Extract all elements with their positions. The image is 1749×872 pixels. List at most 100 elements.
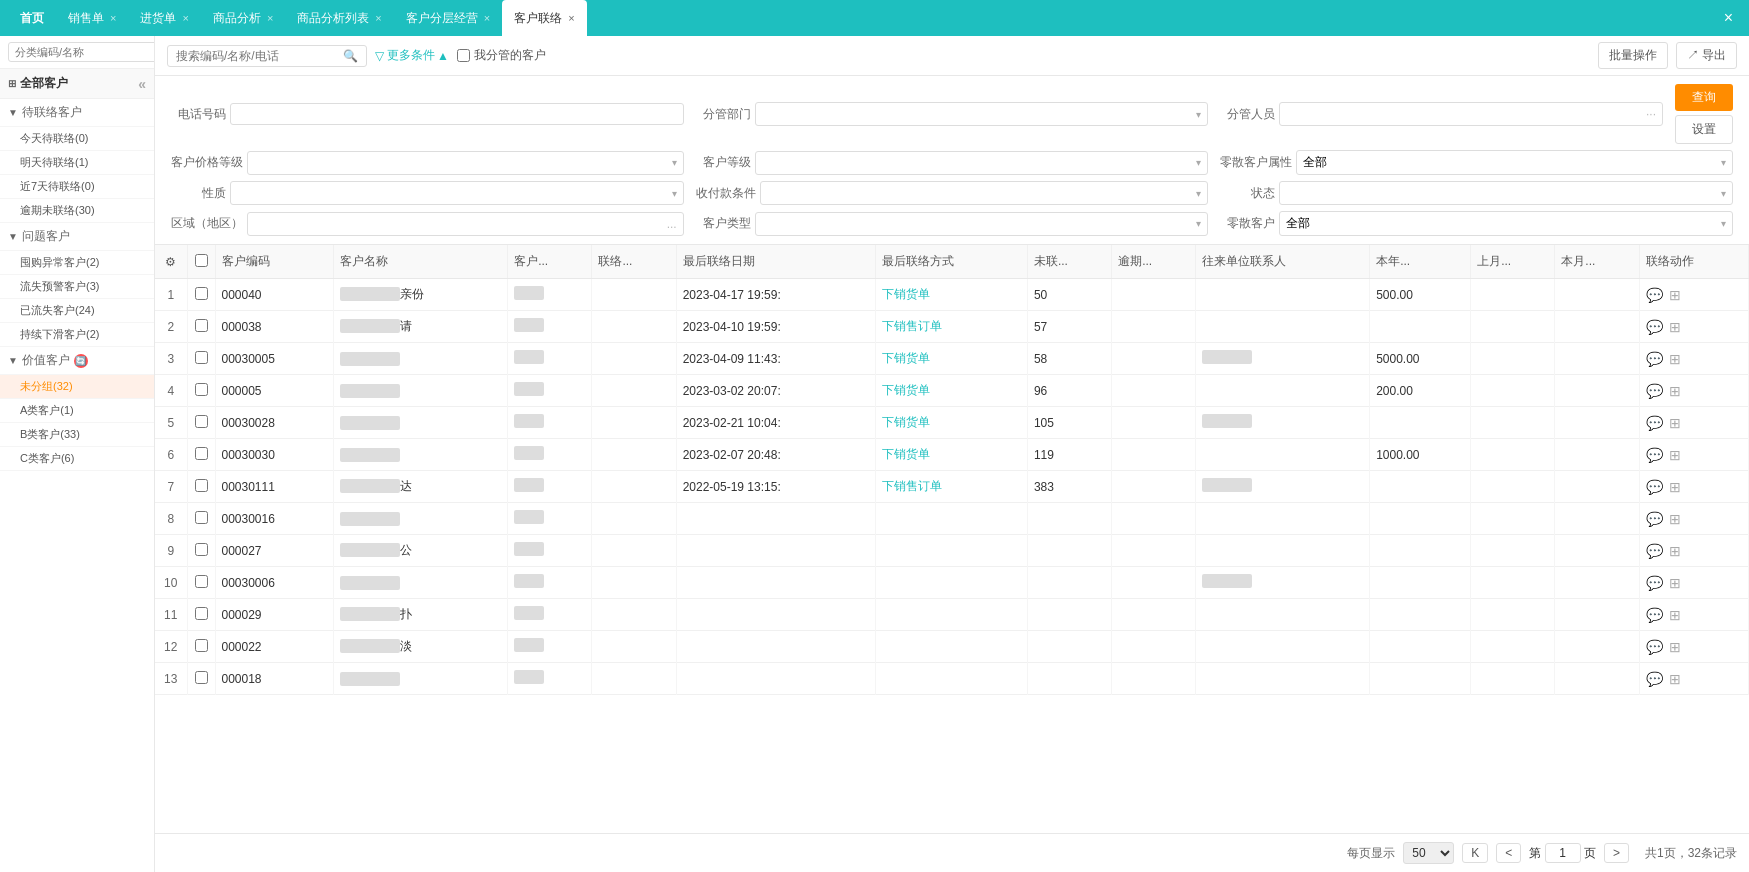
last-method-link[interactable]: 下销货单: [882, 351, 930, 365]
region-select[interactable]: ...: [247, 212, 684, 236]
close-product-list-tab[interactable]: ×: [375, 12, 381, 24]
person-select[interactable]: ···: [1279, 102, 1663, 126]
close-customer-contact-tab[interactable]: ×: [568, 12, 574, 24]
contact-icon[interactable]: 💬: [1646, 415, 1663, 431]
next-page-btn[interactable]: >: [1604, 843, 1629, 863]
more-actions-icon[interactable]: ⊞: [1669, 447, 1681, 463]
tab-customer-contact[interactable]: 客户联络 ×: [502, 0, 586, 36]
pending-contact-group[interactable]: ▼ 待联络客户: [0, 99, 154, 127]
last-method-link[interactable]: 下销货单: [882, 415, 930, 429]
main-search-icon[interactable]: 🔍: [343, 49, 358, 63]
my-customers-checkbox[interactable]: 我分管的客户: [457, 47, 546, 64]
problem-customer-group[interactable]: ▼ 问题客户: [0, 223, 154, 251]
row-checkbox[interactable]: [187, 439, 215, 471]
query-button[interactable]: 查询: [1675, 84, 1733, 111]
col-checkbox[interactable]: [187, 245, 215, 279]
more-actions-icon[interactable]: ⊞: [1669, 607, 1681, 623]
more-actions-icon[interactable]: ⊞: [1669, 671, 1681, 687]
pay-term-select[interactable]: ▾: [760, 181, 1209, 205]
more-actions-icon[interactable]: ⊞: [1669, 639, 1681, 655]
more-conditions-btn[interactable]: ▽ 更多条件 ▲: [375, 47, 449, 64]
price-grade-select[interactable]: ▾: [247, 151, 684, 175]
row-checkbox[interactable]: [187, 407, 215, 439]
sidebar-item-ungroup[interactable]: 未分组(32): [0, 375, 154, 399]
row-checkbox[interactable]: [187, 599, 215, 631]
dept-select[interactable]: ▾: [755, 102, 1209, 126]
phone-input[interactable]: [230, 103, 684, 125]
gender-select[interactable]: ▾: [230, 181, 684, 205]
contact-icon[interactable]: 💬: [1646, 575, 1663, 591]
first-page-btn[interactable]: K: [1462, 843, 1488, 863]
last-method-link[interactable]: 下销货单: [882, 383, 930, 397]
tab-customer-tier[interactable]: 客户分层经营 ×: [394, 0, 502, 36]
prev-page-btn[interactable]: <: [1496, 843, 1521, 863]
row-checkbox[interactable]: [187, 471, 215, 503]
sidebar-item-today[interactable]: 今天待联络(0): [0, 127, 154, 151]
sidebar-search-input[interactable]: [8, 42, 155, 62]
tab-home[interactable]: 首页: [8, 0, 56, 36]
more-actions-icon[interactable]: ⊞: [1669, 287, 1681, 303]
contact-icon[interactable]: 💬: [1646, 511, 1663, 527]
row-checkbox[interactable]: [187, 631, 215, 663]
col-settings[interactable]: ⚙: [155, 245, 187, 279]
tab-purchase[interactable]: 进货单 ×: [128, 0, 200, 36]
more-actions-icon[interactable]: ⊞: [1669, 511, 1681, 527]
sidebar-item-class-c[interactable]: C类客户(6): [0, 447, 154, 471]
row-checkbox[interactable]: [187, 663, 215, 695]
sidebar-item-overdue[interactable]: 逾期未联络(30): [0, 199, 154, 223]
close-product-analysis-tab[interactable]: ×: [267, 12, 273, 24]
more-actions-icon[interactable]: ⊞: [1669, 415, 1681, 431]
export-button[interactable]: ↗ 导出: [1676, 42, 1737, 69]
batch-ops-button[interactable]: 批量操作: [1598, 42, 1668, 69]
close-customer-tier-tab[interactable]: ×: [484, 12, 490, 24]
retail-customer-select[interactable]: 全部 ▾: [1279, 211, 1733, 236]
contact-icon[interactable]: 💬: [1646, 479, 1663, 495]
sidebar-item-abnormal[interactable]: 囤购异常客户(2): [0, 251, 154, 275]
window-close-button[interactable]: ×: [1716, 9, 1741, 27]
collapse-sidebar-btn[interactable]: «: [138, 76, 146, 92]
sidebar-item-churn-warn[interactable]: 流失预警客户(3): [0, 275, 154, 299]
all-customers-header[interactable]: ⊞ 全部客户 «: [0, 69, 154, 99]
customer-type-select[interactable]: ▾: [755, 212, 1209, 236]
contact-icon[interactable]: 💬: [1646, 607, 1663, 623]
more-actions-icon[interactable]: ⊞: [1669, 575, 1681, 591]
tab-product-list[interactable]: 商品分析列表 ×: [285, 0, 393, 36]
customer-grade-select[interactable]: ▾: [755, 151, 1209, 175]
sidebar-item-tomorrow[interactable]: 明天待联络(1): [0, 151, 154, 175]
select-all-checkbox[interactable]: [195, 254, 208, 267]
contact-icon[interactable]: 💬: [1646, 447, 1663, 463]
contact-icon[interactable]: 💬: [1646, 671, 1663, 687]
row-checkbox[interactable]: [187, 567, 215, 599]
reset-button[interactable]: 设置: [1675, 115, 1733, 144]
row-checkbox[interactable]: [187, 503, 215, 535]
sidebar-item-churned[interactable]: 已流失客户(24): [0, 299, 154, 323]
contact-icon[interactable]: 💬: [1646, 287, 1663, 303]
row-checkbox[interactable]: [187, 343, 215, 375]
status-select[interactable]: ▾: [1279, 181, 1733, 205]
row-checkbox[interactable]: [187, 375, 215, 407]
tab-sales[interactable]: 销售单 ×: [56, 0, 128, 36]
contact-icon[interactable]: 💬: [1646, 319, 1663, 335]
more-actions-icon[interactable]: ⊞: [1669, 351, 1681, 367]
more-actions-icon[interactable]: ⊞: [1669, 383, 1681, 399]
retail-attr-select[interactable]: 全部 ▾: [1296, 150, 1733, 175]
last-method-link[interactable]: 下销售订单: [882, 319, 942, 333]
contact-icon[interactable]: 💬: [1646, 351, 1663, 367]
my-customers-check-input[interactable]: [457, 49, 470, 62]
last-method-link[interactable]: 下销货单: [882, 287, 930, 301]
sidebar-item-class-a[interactable]: A类客户(1): [0, 399, 154, 423]
more-actions-icon[interactable]: ⊞: [1669, 479, 1681, 495]
region-dots[interactable]: ...: [667, 217, 677, 231]
sidebar-item-class-b[interactable]: B类客户(33): [0, 423, 154, 447]
value-customer-group[interactable]: ▼ 价值客户 🔄: [0, 347, 154, 375]
sidebar-item-7days[interactable]: 近7天待联络(0): [0, 175, 154, 199]
row-checkbox[interactable]: [187, 311, 215, 343]
page-jump-input[interactable]: [1545, 843, 1581, 863]
contact-icon[interactable]: 💬: [1646, 383, 1663, 399]
more-actions-icon[interactable]: ⊞: [1669, 319, 1681, 335]
person-dots[interactable]: ···: [1646, 107, 1656, 121]
sidebar-item-declining[interactable]: 持续下滑客户(2): [0, 323, 154, 347]
page-size-select[interactable]: 50 100 200: [1403, 842, 1454, 864]
last-method-link[interactable]: 下销售订单: [882, 479, 942, 493]
tab-product-analysis[interactable]: 商品分析 ×: [201, 0, 285, 36]
